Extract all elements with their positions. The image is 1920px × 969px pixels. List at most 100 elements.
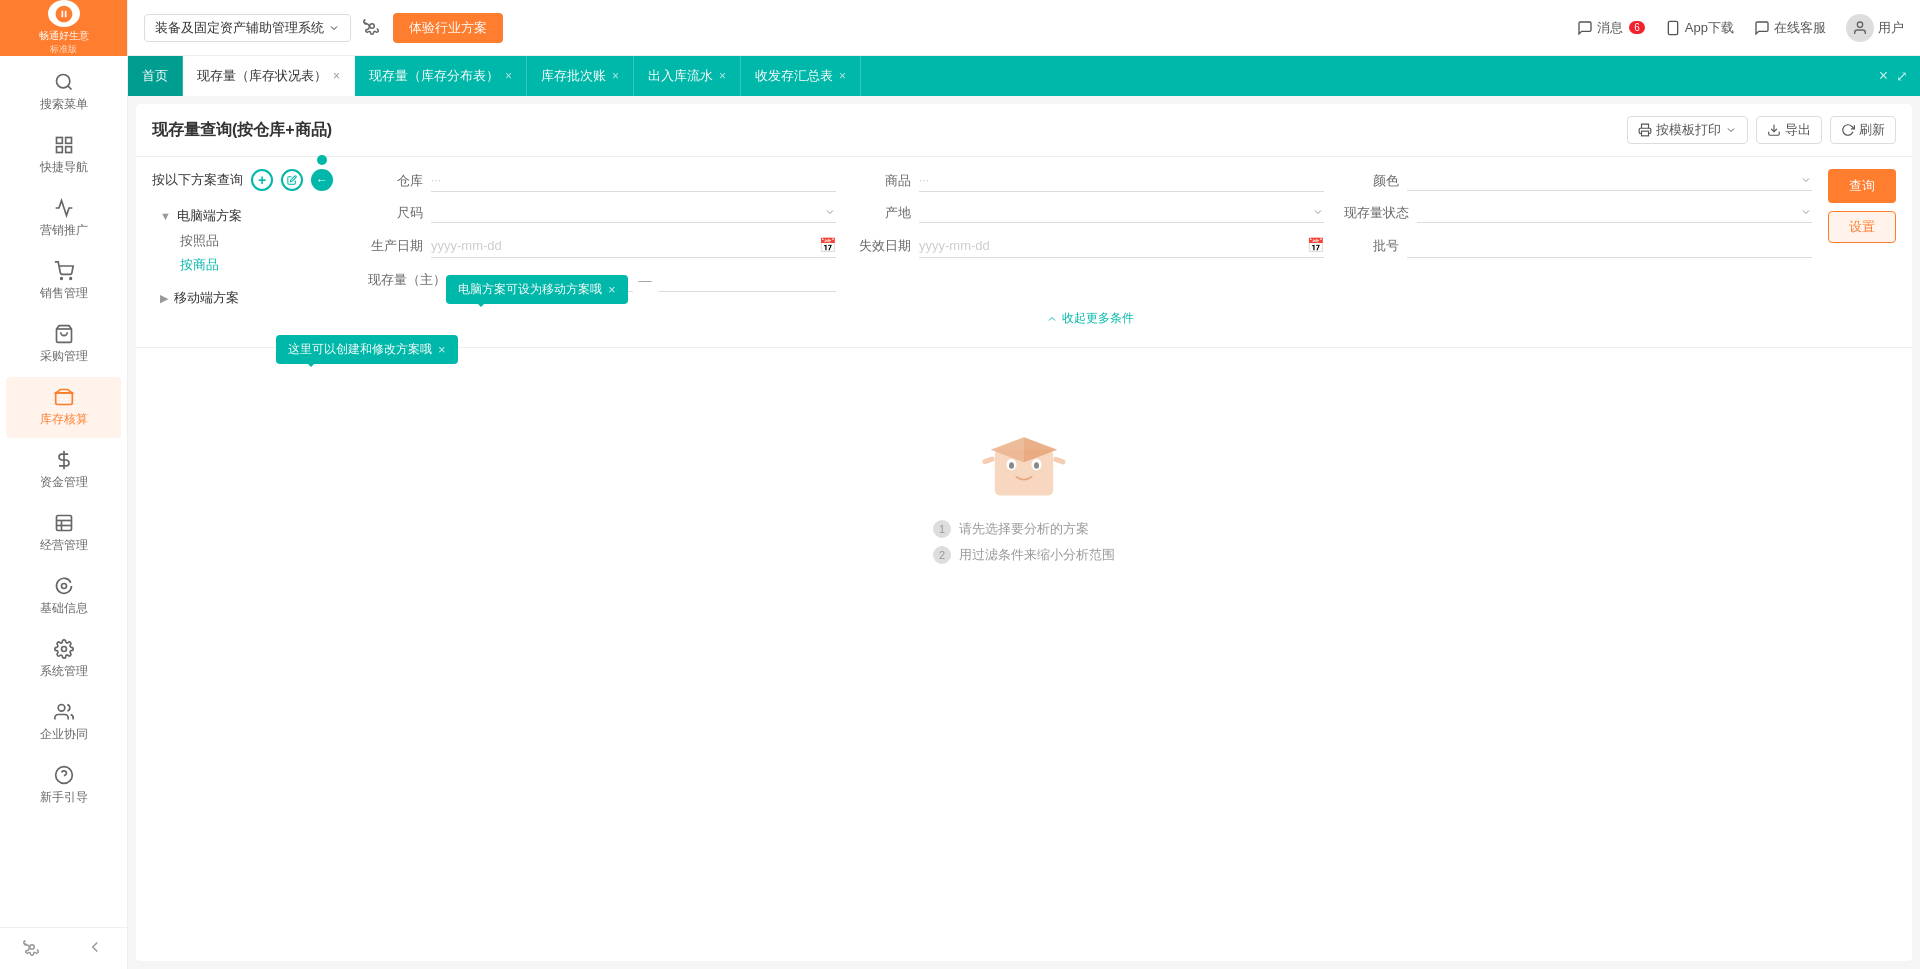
sidebar-item-operations-label: 经营管理 — [40, 537, 88, 554]
filter-edit-btn[interactable] — [281, 169, 303, 191]
tab-home[interactable]: 首页 — [128, 56, 183, 96]
empty-state: 1 请先选择要分析的方案 2 用过滤条件来缩小分析范围 — [136, 348, 1912, 624]
sidebar-item-finance[interactable]: 资金管理 — [6, 440, 121, 501]
user-menu[interactable]: 用户 — [1846, 14, 1904, 42]
step-1-num: 1 — [933, 520, 951, 538]
sidebar-item-newbie[interactable]: 新手引导 — [6, 755, 121, 816]
empty-step-1: 1 请先选择要分析的方案 — [933, 520, 1115, 538]
app-name: 畅通好生意 — [39, 29, 89, 43]
sidebar-item-inventory-label: 库存核算 — [40, 411, 88, 428]
tab-inventory-status-close[interactable]: × — [333, 69, 340, 83]
tabbar-actions: × ⤢ — [1867, 56, 1920, 96]
warehouse-label: 仓库 — [368, 172, 423, 190]
tab-home-label: 首页 — [142, 67, 168, 85]
origin-label: 产地 — [856, 204, 911, 222]
sidebar-item-enterprise[interactable]: 企业协同 — [6, 692, 121, 753]
svg-point-7 — [69, 278, 71, 280]
sidebar-item-marketing-label: 营销推广 — [40, 222, 88, 239]
tab-recv-summary-close[interactable]: × — [839, 69, 846, 83]
svg-point-6 — [60, 278, 62, 280]
scheme-list: ▼ 电脑端方案 按照品 按商品 ▶ 移动端方案 — [160, 203, 352, 311]
svg-rect-4 — [56, 147, 62, 153]
app-download-btn[interactable]: App下载 — [1665, 19, 1734, 37]
tab-batch-ledger[interactable]: 库存批次账 × — [527, 56, 634, 96]
filter-row-size: 尺码 — [368, 202, 836, 223]
filter-back-btn[interactable]: ← — [311, 169, 333, 191]
collapse-sidebar-btn[interactable] — [86, 938, 104, 959]
sidebar-item-quick-nav[interactable]: 快捷导航 — [6, 125, 121, 186]
search-btn[interactable]: 查询 — [1828, 169, 1896, 203]
svg-point-15 — [61, 584, 66, 589]
svg-rect-11 — [56, 516, 71, 531]
goods-select[interactable]: ··· — [919, 169, 1324, 192]
tooltip-scheme-create: 这里可以创建和修改方案哦 × — [276, 335, 458, 364]
svg-rect-34 — [1053, 456, 1066, 465]
tab-inout-flow-close[interactable]: × — [719, 69, 726, 83]
sidebar-item-basic[interactable]: 基础信息 — [6, 566, 121, 627]
filter-title: 按以下方案查询 — [152, 171, 243, 189]
tab-inventory-dist[interactable]: 现存量（库存分布表） × — [355, 56, 527, 96]
tabbar-maximize[interactable]: ⤢ — [1896, 68, 1908, 84]
tooltip2-text: 这里可以创建和修改方案哦 — [288, 341, 432, 358]
batch-input[interactable] — [1407, 234, 1812, 258]
topbar-settings-icon[interactable] — [363, 17, 381, 38]
sidebar-item-search[interactable]: 搜索菜单 — [6, 62, 121, 123]
tab-recv-summary[interactable]: 收发存汇总表 × — [741, 56, 861, 96]
message-badge: 6 — [1629, 21, 1645, 34]
sidebar-item-inventory[interactable]: 库存核算 — [6, 377, 121, 438]
tooltip2-close[interactable]: × — [438, 342, 446, 357]
online-support-btn[interactable]: 在线客服 — [1754, 19, 1826, 37]
sidebar-item-operations[interactable]: 经营管理 — [6, 503, 121, 564]
tab-inout-flow[interactable]: 出入库流水 × — [634, 56, 741, 96]
tab-inventory-status[interactable]: 现存量（库存状况表） × — [183, 56, 355, 96]
refresh-btn[interactable]: 刷新 — [1830, 116, 1896, 144]
empty-illustration — [974, 408, 1074, 508]
range-dash: — — [639, 273, 652, 288]
sidebar-item-system[interactable]: 系统管理 — [6, 629, 121, 690]
print-btn[interactable]: 按模板打印 — [1627, 116, 1748, 144]
scheme-pc-group[interactable]: ▼ 电脑端方案 — [160, 203, 352, 229]
warehouse-select[interactable]: ··· — [431, 169, 836, 192]
page-actions: 按模板打印 导出 刷新 — [1627, 116, 1896, 144]
trial-btn[interactable]: 体验行业方案 — [393, 13, 503, 43]
set-btn[interactable]: 设置 — [1828, 211, 1896, 243]
scheme-pc-item-0[interactable]: 按照品 — [180, 229, 352, 253]
color-select[interactable] — [1407, 170, 1812, 191]
goods-label: 商品 — [856, 172, 911, 190]
svg-rect-33 — [982, 456, 995, 465]
sidebar-item-basic-label: 基础信息 — [40, 600, 88, 617]
produce-date-input[interactable]: yyyy-mm-dd 📅 — [431, 233, 836, 258]
scheme-pc-item-1[interactable]: 按商品 — [180, 253, 352, 277]
export-btn[interactable]: 导出 — [1756, 116, 1822, 144]
filter-row-origin: 产地 — [856, 202, 1324, 223]
app-tag: 标准版 — [50, 43, 77, 56]
filter-row-warehouse: 仓库 ··· — [368, 169, 836, 192]
tabbar-close-all[interactable]: × — [1879, 67, 1888, 85]
tab-inventory-dist-label: 现存量（库存分布表） — [369, 67, 499, 85]
sidebar-item-marketing[interactable]: 营销推广 — [6, 188, 121, 249]
sidebar-bottom — [0, 927, 127, 969]
svg-line-1 — [67, 86, 71, 90]
tooltip1-text: 电脑方案可设为移动方案哦 — [458, 281, 602, 298]
empty-step-2: 2 用过滤条件来缩小分析范围 — [933, 546, 1115, 564]
system-selector[interactable]: 装备及固定资产辅助管理系统 — [144, 14, 351, 42]
settings-btn[interactable] — [23, 938, 41, 959]
tab-inventory-dist-close[interactable]: × — [505, 69, 512, 83]
tooltip1-close[interactable]: × — [608, 282, 616, 297]
sidebar-item-sales[interactable]: 销售管理 — [6, 251, 121, 312]
origin-select[interactable] — [919, 202, 1324, 223]
app-logo: 畅通好生意 标准版 — [0, 0, 127, 56]
expire-date-input[interactable]: yyyy-mm-dd 📅 — [919, 233, 1324, 258]
filter-add-btn[interactable]: + — [251, 169, 273, 191]
tab-batch-ledger-close[interactable]: × — [612, 69, 619, 83]
svg-rect-9 — [55, 393, 72, 405]
stock-max-input[interactable] — [658, 268, 837, 292]
message-btn[interactable]: 消息 6 — [1577, 19, 1645, 37]
svg-rect-25 — [1642, 131, 1649, 136]
size-select[interactable] — [431, 202, 836, 223]
scheme-mobile-group[interactable]: ▶ 移动端方案 — [160, 285, 352, 311]
stock-status-select[interactable] — [1417, 202, 1812, 223]
collapse-btn[interactable]: 收起更多条件 — [1038, 302, 1142, 335]
sidebar-item-purchase[interactable]: 采购管理 — [6, 314, 121, 375]
sidebar-item-search-label: 搜索菜单 — [40, 96, 88, 113]
